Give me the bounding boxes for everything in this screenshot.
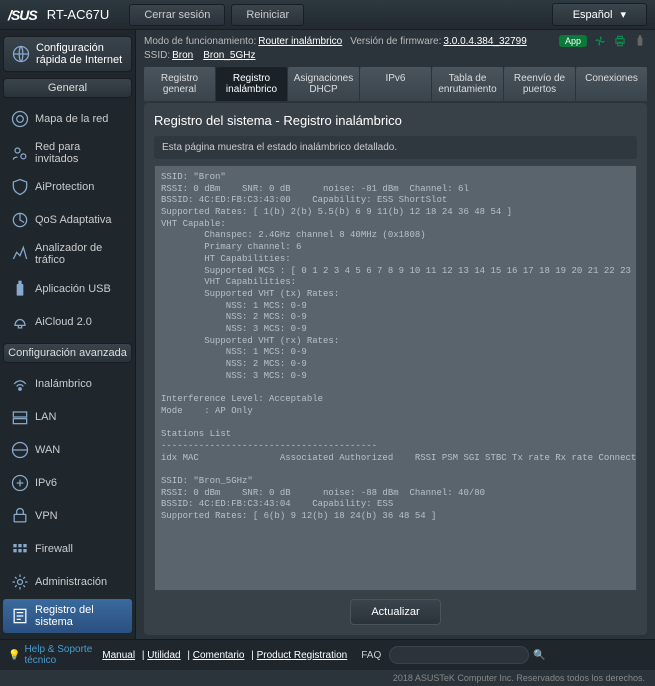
footer-links: Manual | Utilidad | Comentario | Product… [102,650,351,661]
panel-desc: Esta página muestra el estado inalámbric… [154,136,637,159]
sidebar-item-firewall[interactable]: Firewall [3,533,132,565]
sidebar-label: AiProtection [35,181,94,193]
language-select[interactable]: Español ▾ [552,3,647,26]
tab-conexiones[interactable]: Conexiones [576,67,647,101]
app-badge[interactable]: App [559,35,587,47]
faq-label[interactable]: FAQ [361,650,381,661]
content-area: Modo de funcionamiento: Router inalámbri… [136,30,655,639]
shield-icon [9,176,31,198]
sidebar: Configuración rápida de Internet General… [0,30,136,639]
footer-link-utilidad[interactable]: Utilidad [147,650,180,661]
globe-icon [10,43,32,65]
tab-registro-inal-mbrico[interactable]: Registro inalámbrico [216,67,287,101]
chevron-down-icon: ▾ [620,8,626,21]
tab-bar: Registro generalRegistro inalámbricoAsig… [144,67,647,101]
sidebar-item-ipv-[interactable]: IPv6 [3,467,132,499]
sidebar-label: QoS Adaptativa [35,214,111,226]
sidebar-item-red-para-invitados[interactable]: Red para invitados [3,136,132,170]
tab-tabla-de-enrutamiento[interactable]: Tabla de enrutamiento [432,67,503,101]
sidebar-label: Aplicación USB [35,283,111,295]
aicloud-icon [9,311,31,333]
wireless-icon [9,373,31,395]
firewall-icon [9,538,31,560]
sidebar-label: IPv6 [35,477,57,489]
faq-search-input[interactable] [389,646,529,664]
sidebar-item-inal-mbrico[interactable]: Inalámbrico [3,368,132,400]
footer: 💡 Help & Soporte técnico Manual | Utilid… [0,639,655,670]
reboot-button[interactable]: Reiniciar [231,4,304,26]
ipv6-icon [9,472,31,494]
sidebar-item-lan[interactable]: LAN [3,401,132,433]
sidebar-label: Registro del sistema [35,604,126,628]
sidebar-item-mapa-de-la-red[interactable]: Mapa de la red [3,103,132,135]
sidebar-label: WAN [35,444,60,456]
sidebar-item-wan[interactable]: WAN [3,434,132,466]
tab-registro-general[interactable]: Registro general [144,67,215,101]
ssid1[interactable]: Bron [172,50,193,61]
wan-icon [9,439,31,461]
network-map-icon [9,108,31,130]
footer-link-manual[interactable]: Manual [102,650,135,661]
sidebar-label: LAN [35,411,56,423]
quick-label: Configuración rápida de Internet [36,42,122,66]
copyright: 2018 ASUSTeK Computer Inc. Reservados to… [0,670,655,686]
usb-app-icon [9,278,31,300]
footer-link-comentario[interactable]: Comentario [193,650,245,661]
log-textarea[interactable]: SSID: "Bron" RSSI: 0 dBm SNR: 0 dB noise… [154,165,637,591]
info-line-1: Modo de funcionamiento: Router inalámbri… [144,34,647,48]
usb-icon[interactable] [633,34,647,48]
section-advanced: Configuración avanzada [3,343,132,363]
tab-ipv-[interactable]: IPv6 [360,67,431,101]
traffic-icon [9,243,31,265]
sidebar-item-qos-adaptativa[interactable]: QoS Adaptativa [3,204,132,236]
sidebar-item-vpn[interactable]: VPN [3,500,132,532]
sidebar-label: VPN [35,510,58,522]
sidebar-label: Analizador de tráfico [35,242,102,266]
fw-value[interactable]: 3.0.0.4.384_32799 [443,36,526,47]
vpn-lock-icon [9,505,31,527]
brand-logo: /SUS [8,7,37,23]
sidebar-item-registro-del-sistema[interactable]: Registro del sistema [3,599,132,633]
section-general: General [3,78,132,98]
search-icon[interactable]: 🔍 [533,650,545,661]
gear-icon [9,571,31,593]
ssid2[interactable]: Bron_5GHz [203,50,255,61]
quick-internet-setup[interactable]: Configuración rápida de Internet [3,36,132,72]
lightbulb-icon: 💡 [8,650,20,661]
sidebar-label: AiCloud 2.0 [35,316,92,328]
tab-asignaciones-dhcp[interactable]: Asignaciones DHCP [288,67,359,101]
sidebar-item-administraci-n[interactable]: Administración [3,566,132,598]
panel-title: Registro del sistema - Registro inalámbr… [154,113,637,128]
sidebar-label: Inalámbrico [35,378,92,390]
log-panel: Registro del sistema - Registro inalámbr… [144,103,647,635]
tab-reenv-o-de-puertos[interactable]: Reenvío de puertos [504,67,575,101]
guest-icon [9,142,31,164]
help-label: Help & Soporte técnico [24,644,92,666]
log-icon [9,605,31,627]
qos-icon [9,209,31,231]
sidebar-label: Administración [35,576,107,588]
logout-button[interactable]: Cerrar sesión [129,4,225,26]
sidebar-label: Red para invitados [35,141,126,165]
footer-link-product-registration[interactable]: Product Registration [257,650,348,661]
fw-label: Versión de firmware: [350,36,441,47]
refresh-button[interactable]: Actualizar [350,599,440,625]
sidebar-item-aplicaci-n-usb[interactable]: Aplicación USB [3,273,132,305]
sidebar-item-aicloud-[interactable]: AiCloud 2.0 [3,306,132,338]
sidebar-item-aiprotection[interactable]: AiProtection [3,171,132,203]
sidebar-label: Firewall [35,543,73,555]
printer-icon[interactable] [613,34,627,48]
sidebar-label: Mapa de la red [35,113,108,125]
info-line-2: SSID: Bron Bron_5GHz [144,50,647,61]
opmode-label: Modo de funcionamiento: [144,36,256,47]
lan-icon [9,406,31,428]
opmode-value[interactable]: Router inalámbrico [258,36,342,47]
fan-icon[interactable] [593,34,607,48]
sidebar-item-analizador-de-tr-fico[interactable]: Analizador de tráfico [3,237,132,271]
model-name: RT-AC67U [47,7,110,22]
ssid-label: SSID: [144,50,170,61]
top-bar: /SUS RT-AC67U Cerrar sesión Reiniciar Es… [0,0,655,30]
language-label: Español [573,9,613,21]
